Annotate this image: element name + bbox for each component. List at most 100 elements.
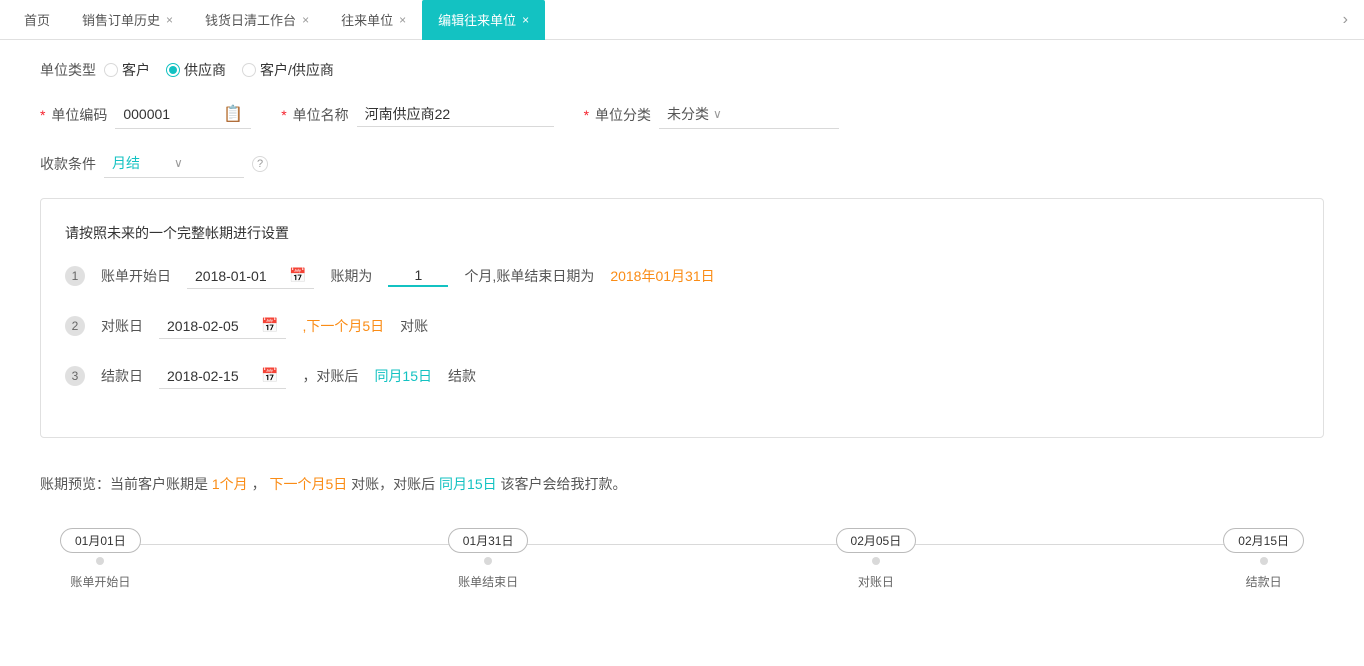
payment-terms-field: 收款条件 月结 ∨ ? xyxy=(40,149,268,178)
preview-part1: 1个月 xyxy=(212,476,248,492)
radio-supplier-label: 供应商 xyxy=(184,60,226,80)
period-row-1: 1 账单开始日 📅 账期为 个月,账单结束日期为 2018年01月31日 xyxy=(65,263,1299,289)
payment-terms-label: 收款条件 xyxy=(40,154,96,174)
tab-home[interactable]: 首页 xyxy=(8,0,66,40)
unit-type-field: 单位类型 客户 供应商 客户/供应商 xyxy=(40,60,334,80)
period-row-3: 3 结款日 📅 ，对账后 同月15日 结款 xyxy=(65,363,1299,389)
timeline-badge-2: 01月31日 xyxy=(448,528,529,553)
timeline-nodes: 01月01日 账单开始日 01月31日 账单结束日 02月05日 对账日 02月… xyxy=(60,528,1304,590)
required-star-category: * xyxy=(584,107,589,123)
period-settings-box: 请按照未来的一个完整帐期进行设置 1 账单开始日 📅 账期为 个月,账单结束日期… xyxy=(40,198,1324,438)
period-recon-highlight: ,下一个月5日 xyxy=(302,316,384,336)
radio-supplier-circle xyxy=(166,63,180,77)
timeline-label-1: 账单开始日 xyxy=(70,573,130,590)
tab-edit-partner[interactable]: 编辑往来单位 × xyxy=(422,0,545,40)
period-months-input[interactable] xyxy=(388,265,448,287)
radio-group-unit-type: 客户 供应商 客户/供应商 xyxy=(104,60,334,80)
timeline-node-2: 01月31日 账单结束日 xyxy=(448,528,529,590)
period-date-input-2[interactable] xyxy=(167,318,257,334)
tab-bar: 首页 销售订单历史 × 钱货日清工作台 × 往来单位 × 编辑往来单位 × › xyxy=(0,0,1364,40)
tab-cash-work-close[interactable]: × xyxy=(302,14,309,26)
unit-code-field: * 单位编码 📋 xyxy=(40,100,251,129)
tab-more-button[interactable]: › xyxy=(1335,11,1356,29)
main-content: 单位类型 客户 供应商 客户/供应商 * 单位编码 xyxy=(0,40,1364,666)
tab-sales-history-close[interactable]: × xyxy=(166,14,173,26)
timeline-badge-1: 01月01日 xyxy=(60,528,141,553)
radio-both-label: 客户/供应商 xyxy=(260,60,334,80)
timeline-dot-1 xyxy=(96,557,104,565)
preview-suffix: 该客户会给我打款。 xyxy=(501,476,627,492)
period-num-2: 2 xyxy=(65,316,85,336)
period-desc-3b: 结款 xyxy=(448,366,476,386)
required-star-code: * xyxy=(40,107,45,123)
payment-terms-row: 收款条件 月结 ∨ ? xyxy=(40,149,1324,178)
period-num-3: 3 xyxy=(65,366,85,386)
timeline-label-4: 结款日 xyxy=(1246,573,1282,590)
preview-prefix: 账期预览：当前客户账期是 xyxy=(40,476,208,492)
payment-terms-select[interactable]: 月结 ∨ xyxy=(104,149,244,178)
period-date-input-1[interactable] xyxy=(195,268,285,284)
period-settle-highlight: 同月15日 xyxy=(374,366,432,386)
period-date-1: 📅 xyxy=(187,263,314,289)
unit-name-input[interactable] xyxy=(357,102,554,127)
timeline-container: 01月01日 账单开始日 01月31日 账单结束日 02月05日 对账日 02月… xyxy=(40,518,1324,630)
unit-code-input-wrapper: 📋 xyxy=(115,100,251,129)
preview-text: 账期预览：当前客户账期是 1个月 ， 下一个月5日 对账，对账后 同月15日 该… xyxy=(40,474,1324,494)
radio-both-circle xyxy=(242,63,256,77)
period-date-input-3[interactable] xyxy=(167,368,257,384)
required-star-name: * xyxy=(281,107,286,123)
preview-part2: 下一个月5日 xyxy=(269,476,347,492)
radio-customer[interactable]: 客户 xyxy=(104,60,150,80)
radio-both[interactable]: 客户/供应商 xyxy=(242,60,334,80)
unit-code-input[interactable] xyxy=(123,106,223,122)
timeline-node-1: 01月01日 账单开始日 xyxy=(60,528,141,590)
timeline-node-4: 02月15日 结款日 xyxy=(1223,528,1304,590)
preview-part3: 同月15日 xyxy=(439,476,497,492)
period-desc-3a: ，对账后 xyxy=(302,366,358,386)
period-label-2: 对账日 xyxy=(101,316,143,336)
unit-name-label: * 单位名称 xyxy=(281,105,348,125)
tab-partner-unit-label: 往来单位 xyxy=(341,10,393,29)
tab-partner-unit-close[interactable]: × xyxy=(399,14,406,26)
period-desc-1b: 个月,账单结束日期为 xyxy=(464,266,594,286)
timeline-badge-3: 02月05日 xyxy=(836,528,917,553)
preview-middle2: 对账，对账后 xyxy=(351,476,435,492)
tab-partner-unit[interactable]: 往来单位 × xyxy=(325,0,422,40)
unit-category-label: * 单位分类 xyxy=(584,105,651,125)
tab-edit-partner-close[interactable]: × xyxy=(522,14,529,26)
period-box-title: 请按照未来的一个完整帐期进行设置 xyxy=(65,223,1299,243)
timeline-dot-4 xyxy=(1260,557,1268,565)
calendar-icon-2[interactable]: 📅 xyxy=(261,317,278,334)
period-end-date-highlight: 2018年01月31日 xyxy=(610,266,714,286)
radio-supplier[interactable]: 供应商 xyxy=(166,60,226,80)
unit-type-row: 单位类型 客户 供应商 客户/供应商 xyxy=(40,60,1324,80)
calendar-icon-1[interactable]: 📅 xyxy=(289,267,306,284)
chevron-payment-icon: ∨ xyxy=(174,156,236,170)
unit-category-select[interactable]: 未分类 ∨ xyxy=(659,100,839,129)
preview-section: 账期预览：当前客户账期是 1个月 ， 下一个月5日 对账，对账后 同月15日 该… xyxy=(40,458,1324,646)
period-row-2: 2 对账日 📅 ,下一个月5日 对账 xyxy=(65,313,1299,339)
unit-name-field: * 单位名称 xyxy=(281,102,553,127)
unit-code-label: * 单位编码 xyxy=(40,105,107,125)
tab-edit-partner-label: 编辑往来单位 xyxy=(438,10,516,29)
period-desc-2: 对账 xyxy=(400,316,428,336)
chevron-down-icon: ∨ xyxy=(713,107,722,121)
timeline-badge-4: 02月15日 xyxy=(1223,528,1304,553)
tab-cash-work-label: 钱货日清工作台 xyxy=(205,10,296,29)
payment-terms-value: 月结 xyxy=(112,153,174,173)
radio-customer-circle xyxy=(104,63,118,77)
period-label-1: 账单开始日 xyxy=(101,266,171,286)
period-desc-1: 账期为 xyxy=(330,266,372,286)
timeline-dot-3 xyxy=(872,557,880,565)
tab-cash-work[interactable]: 钱货日清工作台 × xyxy=(189,0,325,40)
tab-sales-history[interactable]: 销售订单历史 × xyxy=(66,0,189,40)
radio-customer-label: 客户 xyxy=(122,60,150,80)
help-icon[interactable]: ? xyxy=(252,156,268,172)
calendar-icon-code[interactable]: 📋 xyxy=(223,104,243,124)
timeline-dot-2 xyxy=(484,557,492,565)
unit-category-value: 未分类 xyxy=(667,104,709,124)
timeline-node-3: 02月05日 对账日 xyxy=(836,528,917,590)
period-date-3: 📅 xyxy=(159,363,286,389)
calendar-icon-3[interactable]: 📅 xyxy=(261,367,278,384)
period-date-2: 📅 xyxy=(159,313,286,339)
